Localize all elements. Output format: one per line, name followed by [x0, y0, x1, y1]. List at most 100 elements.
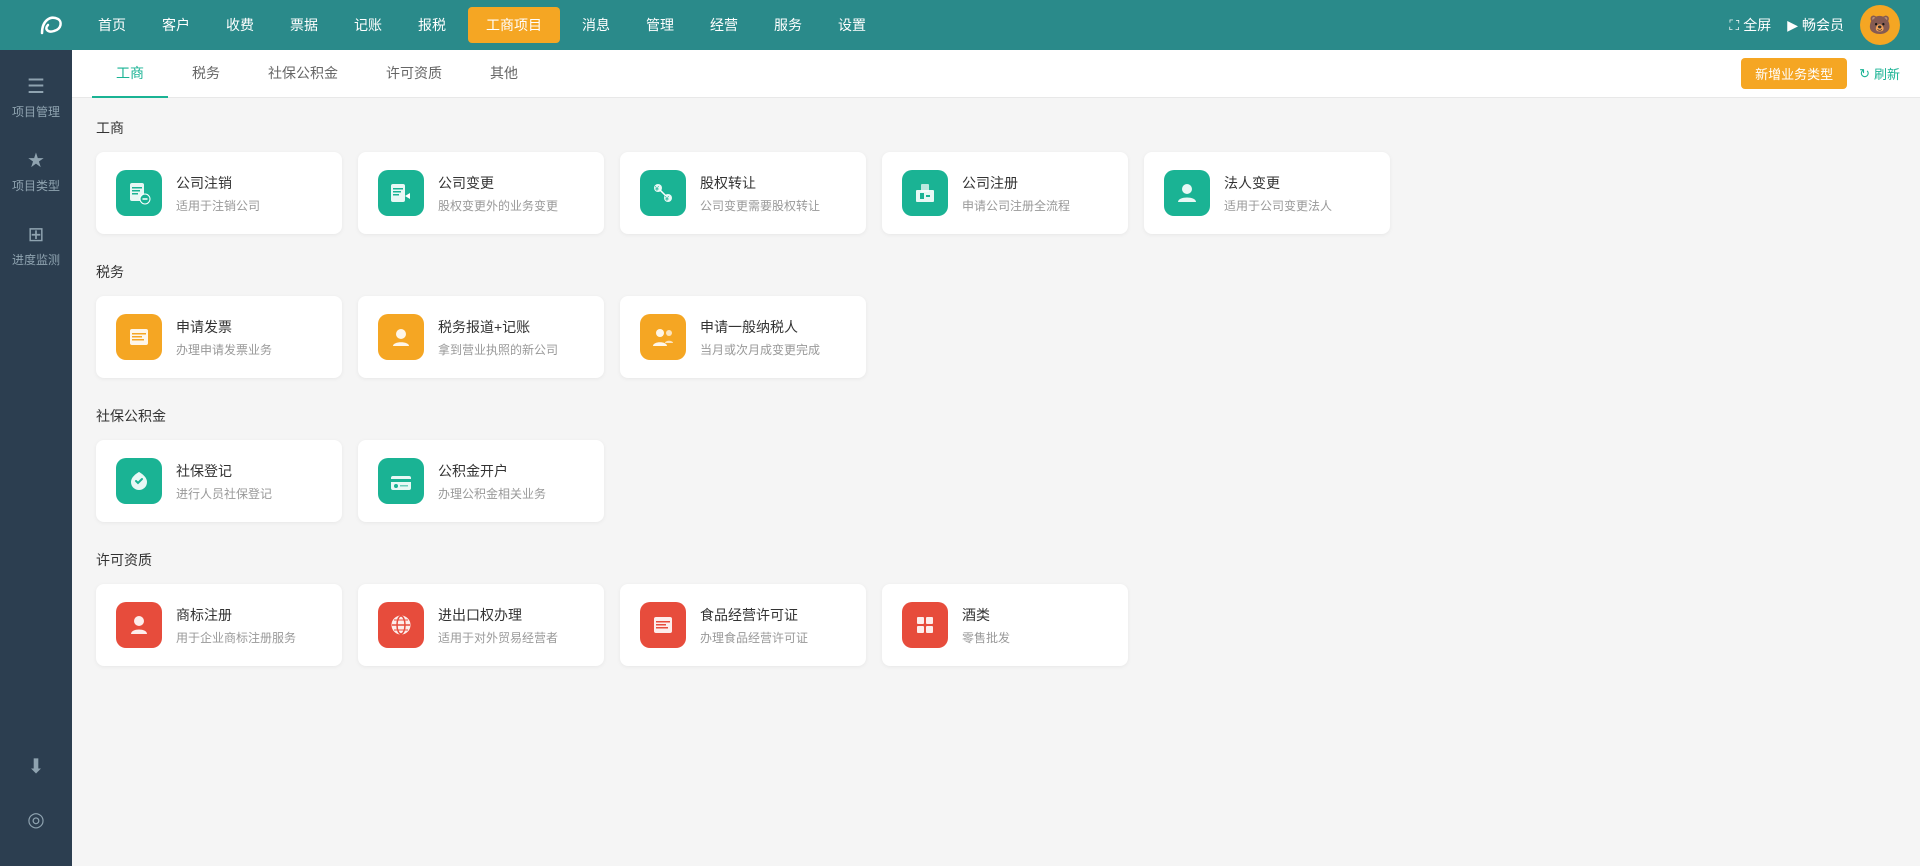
sidebar-item-label-progress: 进度监测	[12, 251, 60, 268]
invoice-apply-name: 申请发票	[176, 317, 272, 337]
svg-text:¥: ¥	[665, 196, 669, 203]
nav-account[interactable]: 记账	[336, 0, 400, 50]
sidebar-item-progress[interactable]: ⊞ 进度监测	[0, 208, 72, 282]
new-type-button[interactable]: 新增业务类型	[1741, 58, 1847, 89]
tab-business[interactable]: 工商	[92, 50, 168, 98]
liquor-text: 酒类 零售批发	[962, 605, 1010, 646]
card-fund-open[interactable]: 公积金开户 办理公积金相关业务	[358, 440, 604, 522]
tab-permit[interactable]: 许可资质	[362, 50, 466, 98]
vip-icon: ▶	[1787, 17, 1798, 34]
tax-report-name: 税务报道+记账	[438, 317, 558, 337]
equity-transfer-icon: ¥ ¥	[640, 170, 686, 216]
company-register-name: 公司注册	[962, 173, 1070, 193]
svg-text:¥: ¥	[655, 186, 659, 193]
top-navigation: 首页 客户 收费 票据 记账 报税 工商项目 消息 管理 经营 服务 设置 ⛶ …	[0, 0, 1920, 50]
cards-grid-social: 社保登记 进行人员社保登记 公积金开户	[96, 440, 1896, 522]
company-change-desc: 股权变更外的业务变更	[438, 197, 558, 214]
tab-other[interactable]: 其他	[466, 50, 542, 98]
liquor-name: 酒类	[962, 605, 1010, 625]
nav-right-actions: ⛶ 全屏 ▶ 畅会员 🐻	[1729, 5, 1900, 45]
tax-report-icon	[378, 314, 424, 360]
nav-message[interactable]: 消息	[564, 0, 628, 50]
company-cancel-icon	[116, 170, 162, 216]
card-company-change[interactable]: 公司变更 股权变更外的业务变更	[358, 152, 604, 234]
tax-report-text: 税务报道+记账 拿到营业执照的新公司	[438, 317, 558, 358]
import-export-desc: 适用于对外贸易经营者	[438, 629, 558, 646]
legal-change-name: 法人变更	[1224, 173, 1332, 193]
trademark-icon	[116, 602, 162, 648]
card-invoice-apply[interactable]: 申请发票 办理申请发票业务	[96, 296, 342, 378]
card-company-cancel[interactable]: 公司注销 适用于注销公司	[96, 152, 342, 234]
scroll-content[interactable]: 工商 公司注销 适用于	[72, 98, 1920, 866]
trademark-name: 商标注册	[176, 605, 296, 625]
help-icon: ◎	[27, 807, 44, 832]
tab-tax[interactable]: 税务	[168, 50, 244, 98]
sidebar-item-label-project: 项目管理	[12, 103, 60, 120]
nav-business[interactable]: 工商项目	[468, 7, 560, 43]
fullscreen-icon: ⛶	[1729, 17, 1739, 34]
progress-icon: ⊞	[28, 222, 45, 247]
card-company-register[interactable]: 公司注册 申请公司注册全流程	[882, 152, 1128, 234]
sidebar-download[interactable]: ⬇	[0, 740, 72, 793]
nav-settings[interactable]: 设置	[820, 0, 884, 50]
invoice-apply-desc: 办理申请发票业务	[176, 341, 272, 358]
mascot-avatar[interactable]: 🐻	[1860, 5, 1900, 45]
general-taxpayer-desc: 当月或次月成变更完成	[700, 341, 820, 358]
cards-grid-business: 公司注销 适用于注销公司	[96, 152, 1896, 234]
sidebar-item-project-manage[interactable]: ☰ 项目管理	[0, 60, 72, 134]
card-trademark[interactable]: 商标注册 用于企业商标注册服务	[96, 584, 342, 666]
equity-transfer-name: 股权转让	[700, 173, 820, 193]
card-import-export[interactable]: 进出口权办理 适用于对外贸易经营者	[358, 584, 604, 666]
vip-label: 畅会员	[1802, 15, 1844, 35]
card-food-license[interactable]: 食品经营许可证 办理食品经营许可证	[620, 584, 866, 666]
nav-customer[interactable]: 客户	[144, 0, 208, 50]
fullscreen-button[interactable]: ⛶ 全屏	[1729, 15, 1771, 35]
project-manage-icon: ☰	[27, 74, 45, 99]
tab-bar: 工商 税务 社保公积金 许可资质 其他 新增业务类型 ↻ 刷新	[72, 50, 1920, 98]
card-legal-change[interactable]: 法人变更 适用于公司变更法人	[1144, 152, 1390, 234]
company-change-text: 公司变更 股权变更外的业务变更	[438, 173, 558, 214]
section-title-tax: 税务	[96, 262, 1896, 282]
nav-home[interactable]: 首页	[80, 0, 144, 50]
sidebar-help[interactable]: ◎	[0, 793, 72, 846]
tab-social-insurance[interactable]: 社保公积金	[244, 50, 362, 98]
download-icon: ⬇	[28, 754, 45, 779]
section-title-social: 社保公积金	[96, 406, 1896, 426]
sidebar-item-project-type[interactable]: ★ 项目类型	[0, 134, 72, 208]
tabs: 工商 税务 社保公积金 许可资质 其他	[92, 50, 1741, 98]
tab-actions: 新增业务类型 ↻ 刷新	[1741, 58, 1900, 89]
invoice-apply-icon	[116, 314, 162, 360]
nav-ticket[interactable]: 票据	[272, 0, 336, 50]
social-insurance-reg-text: 社保登记 进行人员社保登记	[176, 461, 272, 502]
card-general-taxpayer[interactable]: 申请一般纳税人 当月或次月成变更完成	[620, 296, 866, 378]
import-export-name: 进出口权办理	[438, 605, 558, 625]
nav-fee[interactable]: 收费	[208, 0, 272, 50]
content-area: 工商 税务 社保公积金 许可资质 其他 新增业务类型 ↻ 刷新 工商	[72, 50, 1920, 866]
card-equity-transfer[interactable]: ¥ ¥ 股权转让 公司变更需要股权转让	[620, 152, 866, 234]
vip-button[interactable]: ▶ 畅会员	[1787, 15, 1844, 35]
cards-grid-permit: 商标注册 用于企业商标注册服务	[96, 584, 1896, 666]
social-insurance-reg-desc: 进行人员社保登记	[176, 485, 272, 502]
import-export-text: 进出口权办理 适用于对外贸易经营者	[438, 605, 558, 646]
nav-manage[interactable]: 管理	[628, 0, 692, 50]
social-insurance-icon	[116, 458, 162, 504]
fund-open-desc: 办理公积金相关业务	[438, 485, 546, 502]
nav-service[interactable]: 服务	[756, 0, 820, 50]
sidebar-bottom: ⬇ ◎	[0, 740, 72, 866]
project-type-icon: ★	[27, 148, 45, 173]
card-social-insurance-reg[interactable]: 社保登记 进行人员社保登记	[96, 440, 342, 522]
refresh-icon: ↻	[1859, 66, 1870, 82]
card-tax-report[interactable]: 税务报道+记账 拿到营业执照的新公司	[358, 296, 604, 378]
nav-tax[interactable]: 报税	[400, 0, 464, 50]
general-taxpayer-name: 申请一般纳税人	[700, 317, 820, 337]
card-liquor[interactable]: 酒类 零售批发	[882, 584, 1128, 666]
refresh-label: 刷新	[1874, 64, 1900, 83]
import-export-icon	[378, 602, 424, 648]
nav-operation[interactable]: 经营	[692, 0, 756, 50]
company-change-name: 公司变更	[438, 173, 558, 193]
refresh-button[interactable]: ↻ 刷新	[1859, 64, 1900, 83]
liquor-icon	[902, 602, 948, 648]
main-layout: ☰ 项目管理 ★ 项目类型 ⊞ 进度监测 ⬇ ◎ 工商 税务 社保公积金	[0, 50, 1920, 866]
company-cancel-text: 公司注销 适用于注销公司	[176, 173, 260, 214]
legal-change-icon	[1164, 170, 1210, 216]
